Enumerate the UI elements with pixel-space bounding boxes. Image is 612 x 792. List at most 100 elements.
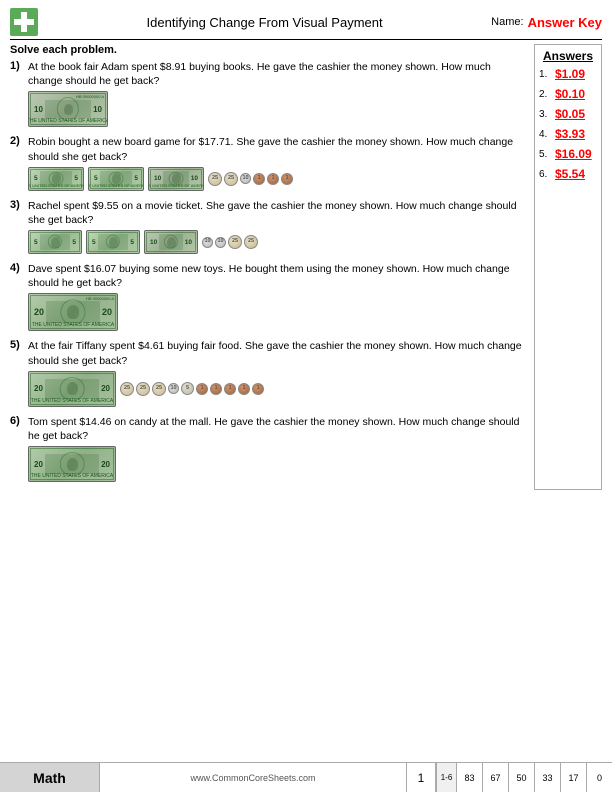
problem-1-header: 1) At the book fair Adam spent $8.91 buy…: [10, 60, 526, 88]
footer-url: www.CommonCoreSheets.com: [100, 763, 406, 792]
coin-penny: 1: [252, 383, 264, 395]
problem-6: 6) Tom spent $14.46 on candy at the mall…: [10, 415, 526, 482]
problem-2-coins: 25 25 10 1 1 1: [208, 172, 293, 186]
coin-dime: 10: [215, 237, 226, 248]
header: Identifying Change From Visual Payment N…: [10, 8, 602, 40]
problem-3-header: 3) Rachel spent $9.55 on a movie ticket.…: [10, 199, 526, 227]
coin-quarter: 25: [120, 382, 134, 396]
problem-3: 3) Rachel spent $9.55 on a movie ticket.…: [10, 199, 526, 254]
page: Identifying Change From Visual Payment N…: [0, 0, 612, 792]
bill-10-1: 10 10 THE UNITED STATES OF AMERICA HB 00…: [28, 91, 108, 127]
instructions: Solve each problem.: [10, 44, 526, 56]
footer-stat-0: 83: [456, 763, 482, 792]
answer-val-6: $5.54: [555, 167, 585, 181]
bill-20-6: 20 20 THE UNITED STATES OF AMERICA: [28, 446, 116, 482]
answer-num-6: 6.: [539, 169, 553, 180]
problem-6-text: Tom spent $14.46 on candy at the mall. H…: [28, 415, 526, 443]
coin-quarter: 25: [152, 382, 166, 396]
answer-val-2: $0.10: [555, 87, 585, 101]
coin-nickel: 5: [181, 382, 194, 395]
bill-10-3: 1010: [144, 230, 198, 254]
coin-penny: 1: [238, 383, 250, 395]
problem-5-coins: 25 25 25 10 5 1 1 1 1 1: [120, 382, 264, 396]
coin-penny: 1: [210, 383, 222, 395]
footer-stat-2: 50: [508, 763, 534, 792]
bill-5-3a: 55: [28, 230, 82, 254]
coin-penny: 1: [224, 383, 236, 395]
answer-row-4: 4. $3.93: [539, 127, 597, 141]
bill-10-2: 1010 THE UNITED STATES OF AMERICA: [148, 167, 204, 191]
problems-section: Solve each problem. 1) At the book fair …: [10, 44, 526, 490]
problem-5-num: 5): [10, 339, 24, 351]
coin-quarter: 25: [228, 235, 242, 249]
answer-val-1: $1.09: [555, 67, 585, 81]
coin-dime: 10: [168, 383, 179, 394]
coin-quarter: 25: [244, 235, 258, 249]
problem-2-text: Robin bought a new board game for $17.71…: [28, 135, 526, 163]
answer-row-2: 2. $0.10: [539, 87, 597, 101]
footer-stat-4: 17: [560, 763, 586, 792]
problem-3-text: Rachel spent $9.55 on a movie ticket. Sh…: [28, 199, 526, 227]
problem-6-header: 6) Tom spent $14.46 on candy at the mall…: [10, 415, 526, 443]
bill-5-3b: 55: [86, 230, 140, 254]
problem-4-text: Dave spent $16.07 buying some new toys. …: [28, 262, 526, 290]
footer-range: 1-6: [436, 763, 456, 792]
problem-5-header: 5) At the fair Tiffany spent $4.61 buyin…: [10, 339, 526, 367]
answer-val-4: $3.93: [555, 127, 585, 141]
problem-2: 2) Robin bought a new board game for $17…: [10, 135, 526, 190]
problem-3-coins: 10 10 25 25: [202, 235, 258, 249]
coin-dime: 10: [202, 237, 213, 248]
answer-val-5: $16.09: [555, 147, 592, 161]
answers-title: Answers: [539, 49, 597, 63]
problem-3-images: 55 55 1010 10 10 25 25: [28, 230, 526, 254]
problem-5: 5) At the fair Tiffany spent $4.61 buyin…: [10, 339, 526, 406]
coin-penny: 1: [253, 173, 265, 185]
problem-1-text: At the book fair Adam spent $8.91 buying…: [28, 60, 526, 88]
coin-quarter: 25: [224, 172, 238, 186]
footer-stat-1: 67: [482, 763, 508, 792]
bill-5-1: 55 THE UNITED STATES OF AMERICA: [28, 167, 84, 191]
answer-row-3: 3. $0.05: [539, 107, 597, 121]
footer-stat-5: 0: [586, 763, 612, 792]
problem-1-num: 1): [10, 60, 24, 72]
coin-penny: 1: [196, 383, 208, 395]
problem-1: 1) At the book fair Adam spent $8.91 buy…: [10, 60, 526, 127]
footer-stats: 1-6 83 67 50 33 17 0: [436, 763, 612, 792]
footer-subject: Math: [0, 763, 100, 792]
footer: Math www.CommonCoreSheets.com 1 1-6 83 6…: [0, 762, 612, 792]
page-title: Identifying Change From Visual Payment: [46, 15, 483, 30]
coin-dime: 10: [240, 173, 251, 184]
coin-penny: 1: [267, 173, 279, 185]
logo-icon: [10, 8, 38, 36]
answer-num-3: 3.: [539, 109, 553, 120]
bill-20-4: 20 20 THE UNITED STATES OF AMERICA HB 00…: [28, 293, 118, 331]
problem-4: 4) Dave spent $16.07 buying some new toy…: [10, 262, 526, 331]
problem-4-num: 4): [10, 262, 24, 274]
problem-2-num: 2): [10, 135, 24, 147]
footer-stat-3: 33: [534, 763, 560, 792]
bill-5-2: 55 THE UNITED STATES OF AMERICA: [88, 167, 144, 191]
problem-4-header: 4) Dave spent $16.07 buying some new toy…: [10, 262, 526, 290]
problem-6-images: 20 20 THE UNITED STATES OF AMERICA: [28, 446, 526, 482]
header-right: Name: Answer Key: [483, 15, 602, 30]
answer-num-4: 4.: [539, 129, 553, 140]
answer-row-5: 5. $16.09: [539, 147, 597, 161]
answer-val-3: $0.05: [555, 107, 585, 121]
answer-row-1: 1. $1.09: [539, 67, 597, 81]
problem-6-num: 6): [10, 415, 24, 427]
main-content: Solve each problem. 1) At the book fair …: [10, 44, 602, 490]
answer-num-2: 2.: [539, 89, 553, 100]
problem-1-images: 10 10 THE UNITED STATES OF AMERICA HB 00…: [28, 91, 526, 127]
answers-section: Answers 1. $1.09 2. $0.10 3. $0.05 4. $3…: [534, 44, 602, 490]
problem-5-text: At the fair Tiffany spent $4.61 buying f…: [28, 339, 526, 367]
answer-num-1: 1.: [539, 69, 553, 80]
coin-quarter: 25: [136, 382, 150, 396]
answer-key-label: Answer Key: [528, 15, 602, 30]
footer-page-number: 1: [406, 763, 436, 792]
coin-quarter: 25: [208, 172, 222, 186]
answer-num-5: 5.: [539, 149, 553, 160]
problem-4-images: 20 20 THE UNITED STATES OF AMERICA HB 00…: [28, 293, 526, 331]
problem-2-images: 55 THE UNITED STATES OF AMERICA 55 THE U…: [28, 167, 526, 191]
bill-20-5: 20 20 THE UNITED STATES OF AMERICA: [28, 371, 116, 407]
problem-3-num: 3): [10, 199, 24, 211]
